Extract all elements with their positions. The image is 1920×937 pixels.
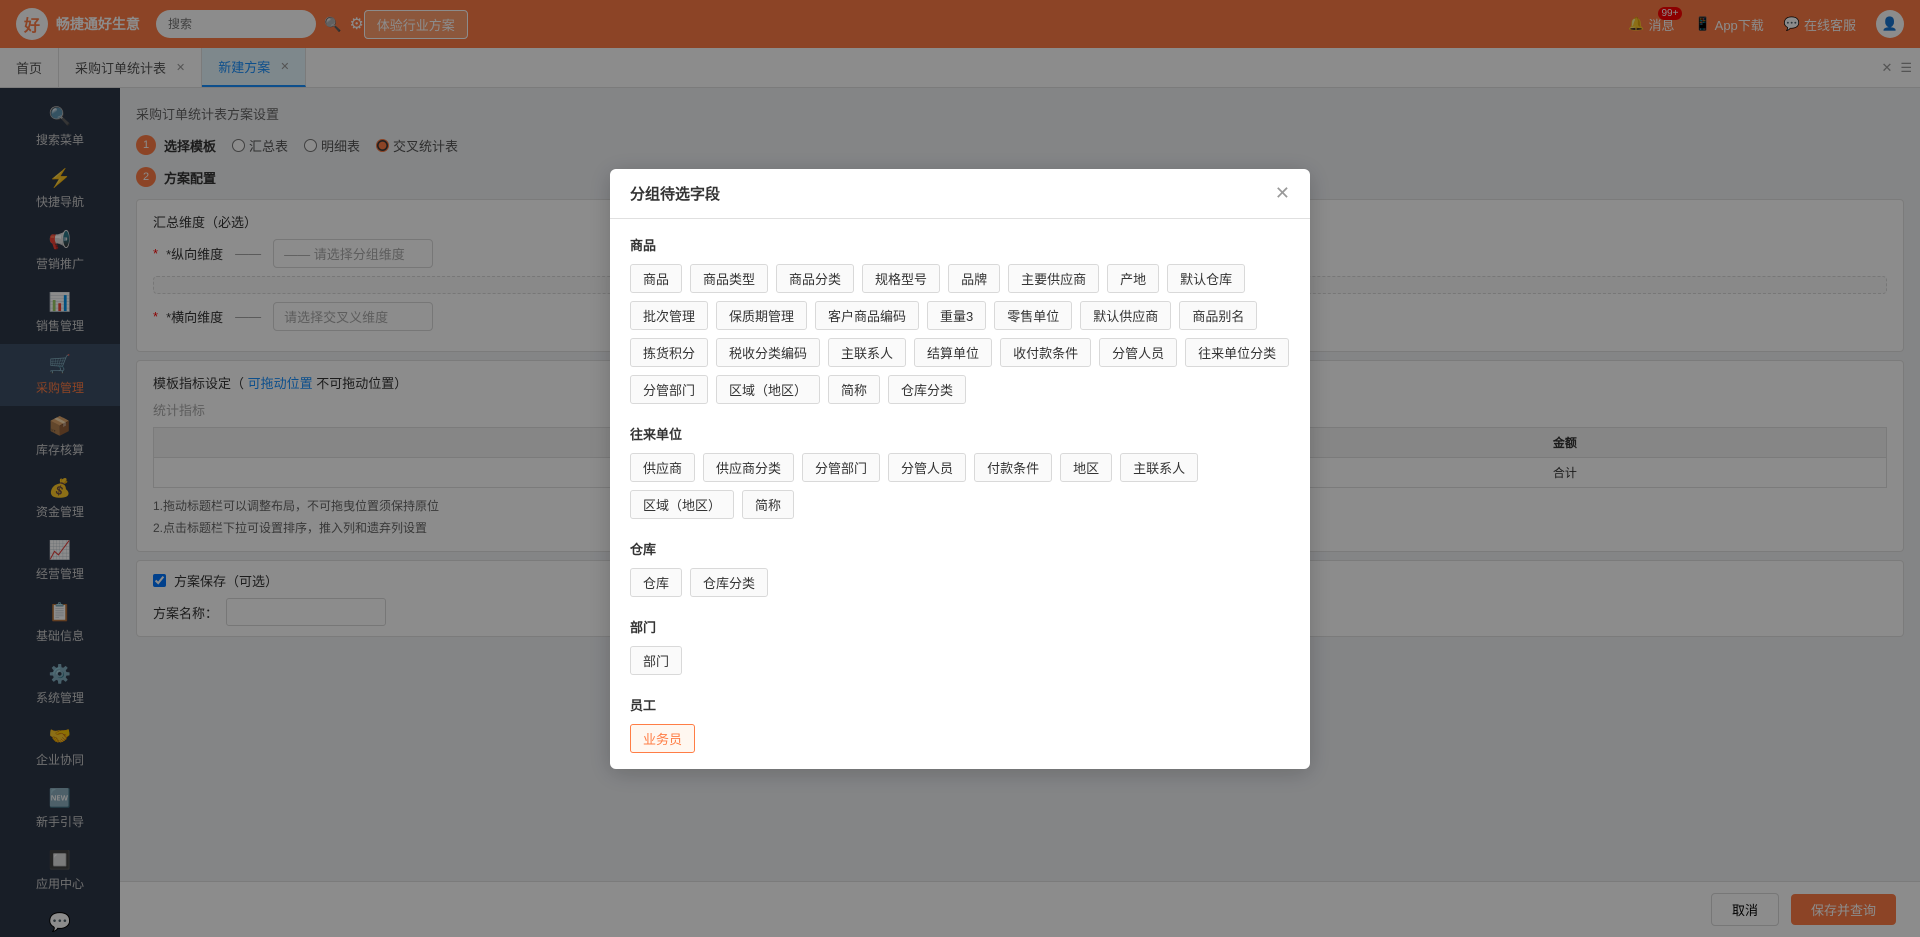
field-chip-0-23[interactable]: 区域（地区）	[716, 375, 820, 404]
field-chip-1-1[interactable]: 供应商分类	[703, 453, 794, 482]
modal-section-1: 往来单位供应商供应商分类分管部门分管人员付款条件地区主联系人区域（地区） 简称	[630, 424, 1290, 519]
field-chip-4-0[interactable]: 业务员	[630, 724, 695, 753]
field-chip-0-21[interactable]: 往来单位分类	[1185, 338, 1289, 367]
field-chip-0-13[interactable]: 默认供应商	[1080, 301, 1171, 330]
modal-header: 分组待选字段 ✕	[610, 169, 1310, 219]
field-chip-0-20[interactable]: 分管人员	[1099, 338, 1177, 367]
field-chip-0-7[interactable]: 默认仓库	[1167, 264, 1245, 293]
field-grid-4: 业务员	[630, 724, 1290, 753]
field-chip-0-5[interactable]: 主要供应商	[1008, 264, 1099, 293]
section-title-0: 商品	[630, 235, 1290, 254]
field-chip-0-2[interactable]: 商品分类	[776, 264, 854, 293]
field-chip-1-6[interactable]: 主联系人	[1120, 453, 1198, 482]
field-chip-1-2[interactable]: 分管部门	[802, 453, 880, 482]
field-chip-3-0[interactable]: 部门	[630, 646, 682, 675]
field-chip-1-5[interactable]: 地区	[1060, 453, 1112, 482]
field-chip-1-3[interactable]: 分管人员	[888, 453, 966, 482]
field-chip-0-6[interactable]: 产地	[1107, 264, 1159, 293]
modal-section-2: 仓库仓库仓库分类	[630, 539, 1290, 597]
modal-dialog: 分组待选字段 ✕ 商品商品商品类型商品分类规格型号品牌主要供应商产地默认仓库批次…	[610, 169, 1310, 769]
field-chip-1-7[interactable]: 区域（地区）	[630, 490, 734, 519]
field-chip-0-0[interactable]: 商品	[630, 264, 682, 293]
section-title-3: 部门	[630, 617, 1290, 636]
field-chip-0-19[interactable]: 收付款条件	[1000, 338, 1091, 367]
field-chip-0-14[interactable]: 商品别名	[1179, 301, 1257, 330]
section-title-1: 往来单位	[630, 424, 1290, 443]
field-grid-3: 部门	[630, 646, 1290, 675]
field-grid-0: 商品商品类型商品分类规格型号品牌主要供应商产地默认仓库批次管理保质期管理客户商品…	[630, 264, 1290, 404]
field-chip-0-24[interactable]: 简称	[828, 375, 880, 404]
field-grid-1: 供应商供应商分类分管部门分管人员付款条件地区主联系人区域（地区） 简称	[630, 453, 1290, 519]
field-chip-0-25[interactable]: 仓库分类	[888, 375, 966, 404]
field-chip-0-22[interactable]: 分管部门	[630, 375, 708, 404]
section-title-4: 员工	[630, 695, 1290, 714]
field-chip-0-3[interactable]: 规格型号	[862, 264, 940, 293]
field-chip-0-15[interactable]: 拣货积分	[630, 338, 708, 367]
field-chip-0-4[interactable]: 品牌	[948, 264, 1000, 293]
modal-section-0: 商品商品商品类型商品分类规格型号品牌主要供应商产地默认仓库批次管理保质期管理客户…	[630, 235, 1290, 404]
field-chip-1-0[interactable]: 供应商	[630, 453, 695, 482]
field-chip-2-1[interactable]: 仓库分类	[690, 568, 768, 597]
field-chip-0-9[interactable]: 保质期管理	[716, 301, 807, 330]
section-title-2: 仓库	[630, 539, 1290, 558]
modal-title: 分组待选字段	[630, 183, 720, 204]
field-chip-0-1[interactable]: 商品类型	[690, 264, 768, 293]
field-grid-2: 仓库仓库分类	[630, 568, 1290, 597]
field-chip-0-11[interactable]: 重量3	[927, 301, 986, 330]
modal-body: 商品商品商品类型商品分类规格型号品牌主要供应商产地默认仓库批次管理保质期管理客户…	[610, 219, 1310, 769]
modal-overlay[interactable]: 分组待选字段 ✕ 商品商品商品类型商品分类规格型号品牌主要供应商产地默认仓库批次…	[0, 0, 1920, 937]
modal-section-4: 员工业务员	[630, 695, 1290, 753]
field-chip-2-0[interactable]: 仓库	[630, 568, 682, 597]
modal-section-3: 部门部门	[630, 617, 1290, 675]
field-chip-0-16[interactable]: 税收分类编码	[716, 338, 820, 367]
field-chip-0-10[interactable]: 客户商品编码	[815, 301, 919, 330]
field-chip-1-4[interactable]: 付款条件	[974, 453, 1052, 482]
field-chip-0-12[interactable]: 零售单位	[994, 301, 1072, 330]
field-chip-0-8[interactable]: 批次管理	[630, 301, 708, 330]
field-chip-0-17[interactable]: 主联系人	[828, 338, 906, 367]
modal-close-button[interactable]: ✕	[1275, 183, 1290, 204]
field-chip-0-18[interactable]: 结算单位	[914, 338, 992, 367]
field-chip-1-8[interactable]: 简称	[742, 490, 794, 519]
